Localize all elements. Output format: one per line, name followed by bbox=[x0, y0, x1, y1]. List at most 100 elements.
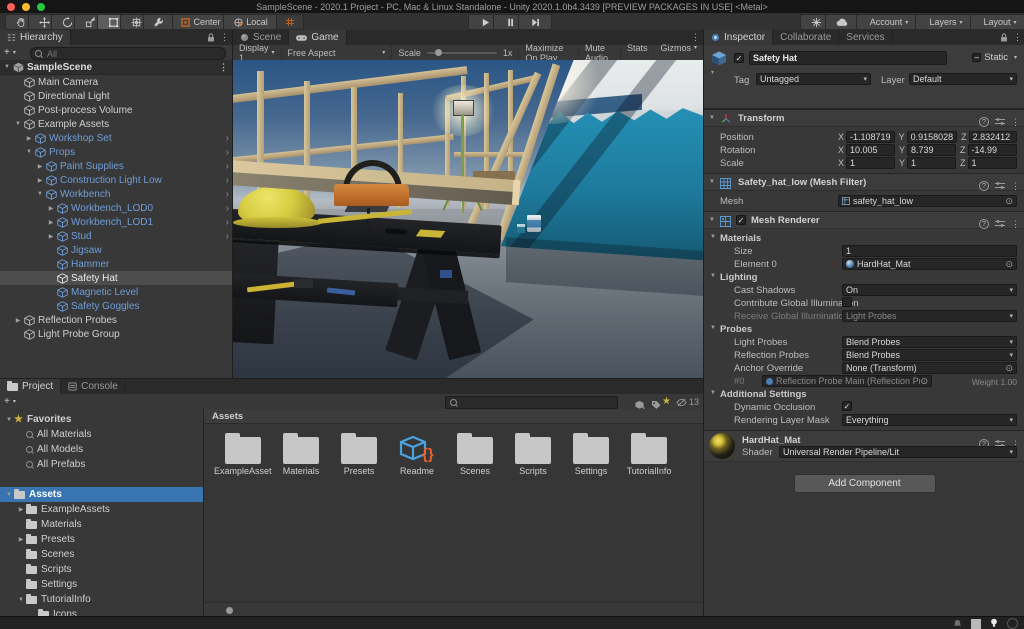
expander-icon[interactable]: ▶ bbox=[46, 219, 56, 226]
hierarchy-item-jigsaw[interactable]: Jigsaw bbox=[0, 243, 232, 257]
lock-icon[interactable] bbox=[1000, 29, 1008, 47]
position-y-field[interactable]: 0.9158028 bbox=[907, 131, 958, 143]
project-tree-item-all-models[interactable]: All Models bbox=[0, 442, 203, 457]
cloud-icon[interactable] bbox=[825, 14, 859, 30]
custom-tool-icon[interactable] bbox=[143, 14, 175, 30]
hierarchy-item-hammer[interactable]: Hammer bbox=[0, 257, 232, 271]
position-z-field[interactable]: 2.832412 bbox=[969, 131, 1017, 143]
kebab-menu-icon[interactable]: ⋮ bbox=[1011, 116, 1020, 129]
create-object-button[interactable]: +▾ bbox=[4, 47, 24, 58]
create-asset-button[interactable]: +▾ bbox=[4, 396, 24, 407]
materials-foldout[interactable]: ▼Materials bbox=[704, 231, 1024, 244]
rotation-z-field[interactable]: -14.99 bbox=[968, 144, 1018, 156]
asset-tutorialinfo[interactable]: TutorialInfo bbox=[620, 431, 678, 476]
nav-arrow-icon[interactable]: › bbox=[226, 217, 229, 228]
lighting-foldout[interactable]: ▼Lighting bbox=[704, 270, 1024, 283]
foldout-icon[interactable]: ▼ bbox=[709, 217, 715, 223]
hierarchy-item-reflection-probes[interactable]: ▶Reflection Probes bbox=[0, 313, 232, 327]
expander-icon[interactable]: ▶ bbox=[46, 205, 56, 212]
expander-icon[interactable]: ▼ bbox=[2, 64, 12, 70]
step-button[interactable] bbox=[518, 14, 552, 30]
project-tree-item-tutorialinfo[interactable]: ▼TutorialInfo bbox=[0, 592, 203, 607]
favorites-filter-icon[interactable]: ★ bbox=[662, 396, 671, 407]
tab-hierarchy[interactable]: Hierarchy bbox=[0, 30, 71, 45]
hierarchy-item-light-probe-group[interactable]: Light Probe Group bbox=[0, 327, 232, 341]
reflection-probes-dropdown[interactable]: Blend Probes▾ bbox=[842, 349, 1017, 361]
hierarchy-item-paint-supplies[interactable]: ▶Paint Supplies› bbox=[0, 159, 232, 173]
scale-z-field[interactable]: 1 bbox=[968, 157, 1018, 169]
add-component-button[interactable]: Add Component bbox=[794, 474, 936, 493]
game-viewport[interactable] bbox=[233, 60, 703, 378]
thumbnail-zoom-knob[interactable] bbox=[226, 607, 233, 614]
mesh-filter-header[interactable]: ▼ Safety_hat_low (Mesh Filter) ? ⋮ bbox=[704, 173, 1024, 191]
hierarchy-item-workbench[interactable]: ▼Workbench› bbox=[0, 187, 232, 201]
project-tree-item-exampleassets[interactable]: ▶ExampleAssets bbox=[0, 502, 203, 517]
lock-icon[interactable] bbox=[207, 29, 215, 47]
expander-icon[interactable]: ▼ bbox=[4, 417, 14, 423]
lightbulb-icon[interactable] bbox=[990, 615, 998, 629]
nav-arrow-icon[interactable]: › bbox=[226, 189, 229, 200]
tab-services[interactable]: Services bbox=[839, 30, 892, 45]
project-tree-item-assets[interactable]: ▼Assets bbox=[0, 487, 203, 502]
transform-header[interactable]: ▼ Transform ? ⋮ bbox=[704, 109, 1024, 127]
hierarchy-item-main-camera[interactable]: Main Camera bbox=[0, 75, 232, 89]
expander-icon[interactable]: ▶ bbox=[46, 233, 56, 240]
materials-size-field[interactable]: 1 bbox=[842, 245, 1017, 257]
asset-exampleassets[interactable]: ExampleAssets bbox=[214, 431, 272, 476]
hierarchy-item-directional-light[interactable]: Directional Light bbox=[0, 89, 232, 103]
anchor-override-field[interactable]: None (Transform)⊙ bbox=[842, 362, 1017, 374]
object-picker-icon[interactable]: ⊙ bbox=[1005, 259, 1013, 270]
asset-materials[interactable]: Materials bbox=[272, 431, 330, 476]
rotation-x-field[interactable]: 10.005 bbox=[846, 144, 895, 156]
hierarchy-item-props[interactable]: ▼Props› bbox=[0, 145, 232, 159]
asset-scripts[interactable]: Scripts bbox=[504, 431, 562, 476]
nav-arrow-icon[interactable]: › bbox=[226, 231, 229, 242]
tab-game[interactable]: Game bbox=[289, 30, 346, 45]
expander-icon[interactable]: ▶ bbox=[35, 177, 45, 184]
asset-scenes[interactable]: Scenes bbox=[446, 431, 504, 476]
mesh-renderer-checkbox[interactable]: ✓ bbox=[736, 215, 746, 225]
pivot-center-button[interactable]: Center bbox=[172, 14, 230, 30]
hierarchy-search-input[interactable] bbox=[45, 48, 221, 60]
object-picker-icon[interactable]: ⊙ bbox=[1005, 196, 1013, 207]
hierarchy-item-workbench-lod0[interactable]: ▶Workbench_LOD0› bbox=[0, 201, 232, 215]
light-probes-dropdown[interactable]: Blend Probes▾ bbox=[842, 336, 1017, 348]
hierarchy-item-construction-light-low[interactable]: ▶Construction Light Low› bbox=[0, 173, 232, 187]
element0-object-field[interactable]: HardHat_Mat ⊙ bbox=[842, 258, 1017, 270]
hierarchy-item-safety-goggles[interactable]: Safety Goggles bbox=[0, 299, 232, 313]
nav-arrow-icon[interactable]: › bbox=[226, 175, 229, 186]
kebab-menu-icon[interactable]: ⋮ bbox=[1011, 180, 1020, 193]
hierarchy-item-post-process-volume[interactable]: Post-process Volume bbox=[0, 103, 232, 117]
aspect-dropdown[interactable]: Free Aspect▾ bbox=[282, 45, 393, 60]
hierarchy-item-example-assets[interactable]: ▼Example Assets bbox=[0, 117, 232, 131]
contribute-gi-checkbox[interactable] bbox=[842, 297, 852, 307]
stats-button[interactable]: Stats bbox=[621, 43, 655, 53]
scale-x-field[interactable]: 1 bbox=[846, 157, 895, 169]
scale-y-field[interactable]: 1 bbox=[907, 157, 956, 169]
scale-slider-knob[interactable] bbox=[435, 49, 442, 56]
hierarchy-item-safety-hat[interactable]: Safety Hat bbox=[0, 271, 232, 285]
account-dropdown[interactable]: Account▾ bbox=[856, 14, 922, 30]
tab-inspector[interactable]: Inspector bbox=[704, 30, 773, 45]
probes-foldout[interactable]: ▼Probes bbox=[704, 322, 1024, 335]
object-picker-icon[interactable]: ⊙ bbox=[1005, 363, 1013, 374]
material-header[interactable]: HardHat_Mat ? ⋮ Shader Universal Render … bbox=[704, 430, 1024, 462]
dynamic-occlusion-checkbox[interactable]: ✓ bbox=[842, 401, 852, 411]
static-flags-dropdown[interactable]: – Static ▾ bbox=[972, 52, 1017, 63]
foldout-icon[interactable]: ▼ bbox=[709, 115, 715, 121]
expander-icon[interactable]: ▼ bbox=[4, 492, 14, 498]
project-tree-item-all-materials[interactable]: All Materials bbox=[0, 427, 203, 442]
presets-icon[interactable] bbox=[995, 177, 1005, 195]
tag-dropdown[interactable]: Untagged▾ bbox=[756, 73, 871, 85]
rendering-layer-mask-dropdown[interactable]: Everything▾ bbox=[842, 414, 1017, 426]
kebab-menu-icon[interactable]: ⋮ bbox=[220, 31, 229, 44]
mesh-renderer-header[interactable]: ▼ ✓ Mesh Renderer ? ⋮ bbox=[704, 211, 1024, 229]
expander-icon[interactable]: ▶ bbox=[16, 506, 26, 513]
help-icon[interactable]: ? bbox=[979, 117, 989, 127]
position-x-field[interactable]: -1.108719 bbox=[846, 131, 895, 143]
cast-shadows-dropdown[interactable]: On▾ bbox=[842, 284, 1017, 296]
hierarchy-item-samplescene[interactable]: ▼SampleScene⋮ bbox=[0, 60, 232, 75]
kebab-menu-icon[interactable]: ⋮ bbox=[1013, 31, 1022, 44]
project-search-input[interactable] bbox=[460, 397, 613, 409]
layout-dropdown[interactable]: Layout▾ bbox=[970, 14, 1024, 30]
